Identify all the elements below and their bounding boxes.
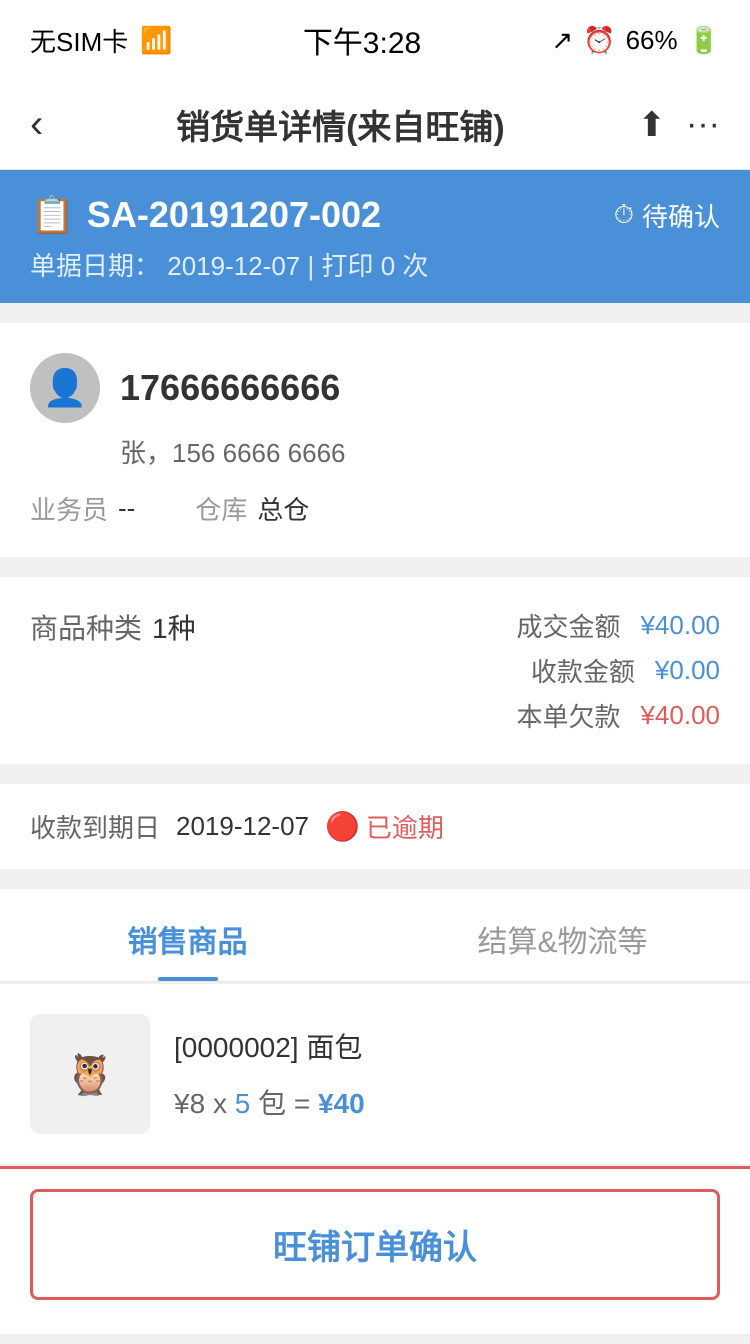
overdue-icon: 🔴 (325, 810, 360, 843)
order-id: 📋 SA-20191207-002 (30, 194, 381, 236)
more-icon[interactable]: ··· (686, 105, 720, 144)
summary-section: 商品种类 1种 成交金额 ¥40.00 收款金额 ¥0.00 本单欠款 ¥40.… (0, 577, 750, 764)
due-date-section: 收款到期日 2019-12-07 🔴 已逾期 (0, 784, 750, 869)
status-time: 下午3:28 (303, 18, 421, 62)
tabs-bar: 销售商品 结算&物流等 (0, 889, 750, 982)
order-header-banner: 📋 SA-20191207-002 ⏱ 待确认 单据日期： 2019-12-07… (0, 170, 750, 303)
bottom-bar: 旺铺订单确认 (0, 1166, 750, 1334)
sales-label: 业务员 (30, 490, 108, 527)
print-label: | 打印 (307, 251, 373, 281)
status-left: 无SIM卡 📶 (30, 22, 173, 59)
receipt-amount-row: 收款金额 ¥0.00 (516, 652, 720, 689)
warehouse-meta: 仓库 总仓 (195, 490, 309, 527)
customer-phone: 17666666666 (120, 367, 340, 409)
status-right: ↗ ⏰ 66% 🔋 (551, 25, 720, 56)
battery-icon: 🔋 (688, 25, 720, 56)
customer-row: 👤 17666666666 (30, 353, 720, 423)
wifi-icon: 📶 (140, 25, 172, 56)
order-icon: 📋 (30, 194, 75, 236)
product-total: ¥40 (318, 1088, 365, 1119)
status-clock-icon: ⏱ (614, 199, 634, 231)
product-info: [0000002] 面包 ¥8 x 5 包 = ¥40 (174, 1026, 720, 1122)
debt-label: 本单欠款 (516, 697, 620, 734)
status-bar: 无SIM卡 📶 下午3:28 ↗ ⏰ 66% 🔋 (0, 0, 750, 80)
category-value: 1种 (152, 607, 196, 647)
print-suffix: 次 (402, 251, 428, 281)
banner-top-row: 📋 SA-20191207-002 ⏱ 待确认 (30, 194, 720, 236)
print-count: 0 (381, 251, 395, 281)
share-icon[interactable]: ⬆ (638, 105, 667, 145)
page-title: 销货单详情(来自旺铺) (43, 100, 637, 149)
customer-section: 👤 17666666666 张，156 6666 6666 业务员 -- 仓库 … (0, 323, 750, 557)
total-symbol: ¥ (318, 1088, 334, 1119)
category-info: 商品种类 1种 (30, 607, 196, 647)
unit-price: ¥8 (174, 1088, 205, 1119)
product-thumb-icon: 🦉 (65, 1051, 115, 1098)
back-button[interactable]: ‹ (30, 102, 43, 147)
tab-settlement[interactable]: 结算&物流等 (375, 889, 750, 981)
order-id-text: SA-20191207-002 (87, 194, 381, 236)
status-text: 待确认 (642, 197, 720, 234)
product-price: ¥8 x 5 包 = ¥40 (174, 1082, 720, 1122)
order-status: ⏱ 待确认 (614, 197, 720, 234)
order-date: 2019-12-07 (167, 251, 300, 281)
category-label: 商品种类 (30, 607, 142, 647)
warehouse-label: 仓库 (195, 490, 247, 527)
alarm-icon: ⏰ (583, 25, 615, 56)
equals-sign: = (294, 1088, 310, 1119)
tab-settlement-label: 结算&物流等 (477, 926, 647, 959)
avatar: 👤 (30, 353, 100, 423)
location-icon: ↗ (551, 25, 573, 56)
order-date-row: 单据日期： 2019-12-07 | 打印 0 次 (30, 246, 720, 283)
date-label: 单据日期： (30, 251, 160, 281)
product-title: 面包 (306, 1032, 362, 1063)
receipt-label: 收款金额 (531, 652, 635, 689)
customer-meta: 业务员 -- 仓库 总仓 (30, 490, 720, 527)
deal-label: 成交金额 (516, 607, 620, 644)
tab-active-indicator (158, 977, 218, 981)
product-qty: 5 (235, 1088, 251, 1119)
unit-label: 包 (258, 1088, 286, 1119)
carrier-label: 无SIM卡 (30, 22, 128, 59)
debt-amount-row: 本单欠款 ¥40.00 (516, 697, 720, 734)
product-item: 🦉 [0000002] 面包 ¥8 x 5 包 = ¥40 (0, 984, 750, 1164)
warehouse-value: 总仓 (257, 490, 309, 527)
amount-info: 成交金额 ¥40.00 收款金额 ¥0.00 本单欠款 ¥40.00 (516, 607, 720, 734)
battery-label: 66% (626, 25, 678, 56)
confirm-order-button[interactable]: 旺铺订单确认 (30, 1189, 720, 1300)
sales-value: -- (118, 493, 135, 524)
receipt-value: ¥0.00 (655, 655, 720, 686)
overdue-badge: 🔴 已逾期 (325, 808, 444, 845)
due-date-value: 2019-12-07 (176, 811, 309, 842)
tab-sales-products[interactable]: 销售商品 (0, 889, 375, 981)
nav-bar: ‹ 销货单详情(来自旺铺) ⬆ ··· (0, 80, 750, 170)
product-section: 🦉 [0000002] 面包 ¥8 x 5 包 = ¥40 (0, 984, 750, 1164)
avatar-icon: 👤 (43, 367, 88, 409)
deal-value: ¥40.00 (640, 610, 720, 641)
overdue-text: 已逾期 (366, 808, 444, 845)
product-code: [0000002] (174, 1032, 299, 1063)
due-label: 收款到期日 (30, 808, 160, 845)
product-thumbnail: 🦉 (30, 1014, 150, 1134)
sales-meta: 业务员 -- (30, 490, 135, 527)
multiply-sign: x (213, 1088, 227, 1119)
debt-value: ¥40.00 (640, 700, 720, 731)
tab-sales-label: 销售商品 (128, 926, 248, 959)
nav-actions: ⬆ ··· (638, 105, 720, 145)
product-name: [0000002] 面包 (174, 1026, 720, 1066)
customer-name: 张，156 6666 6666 (120, 433, 720, 470)
deal-amount-row: 成交金额 ¥40.00 (516, 607, 720, 644)
total-value: 40 (334, 1088, 365, 1119)
